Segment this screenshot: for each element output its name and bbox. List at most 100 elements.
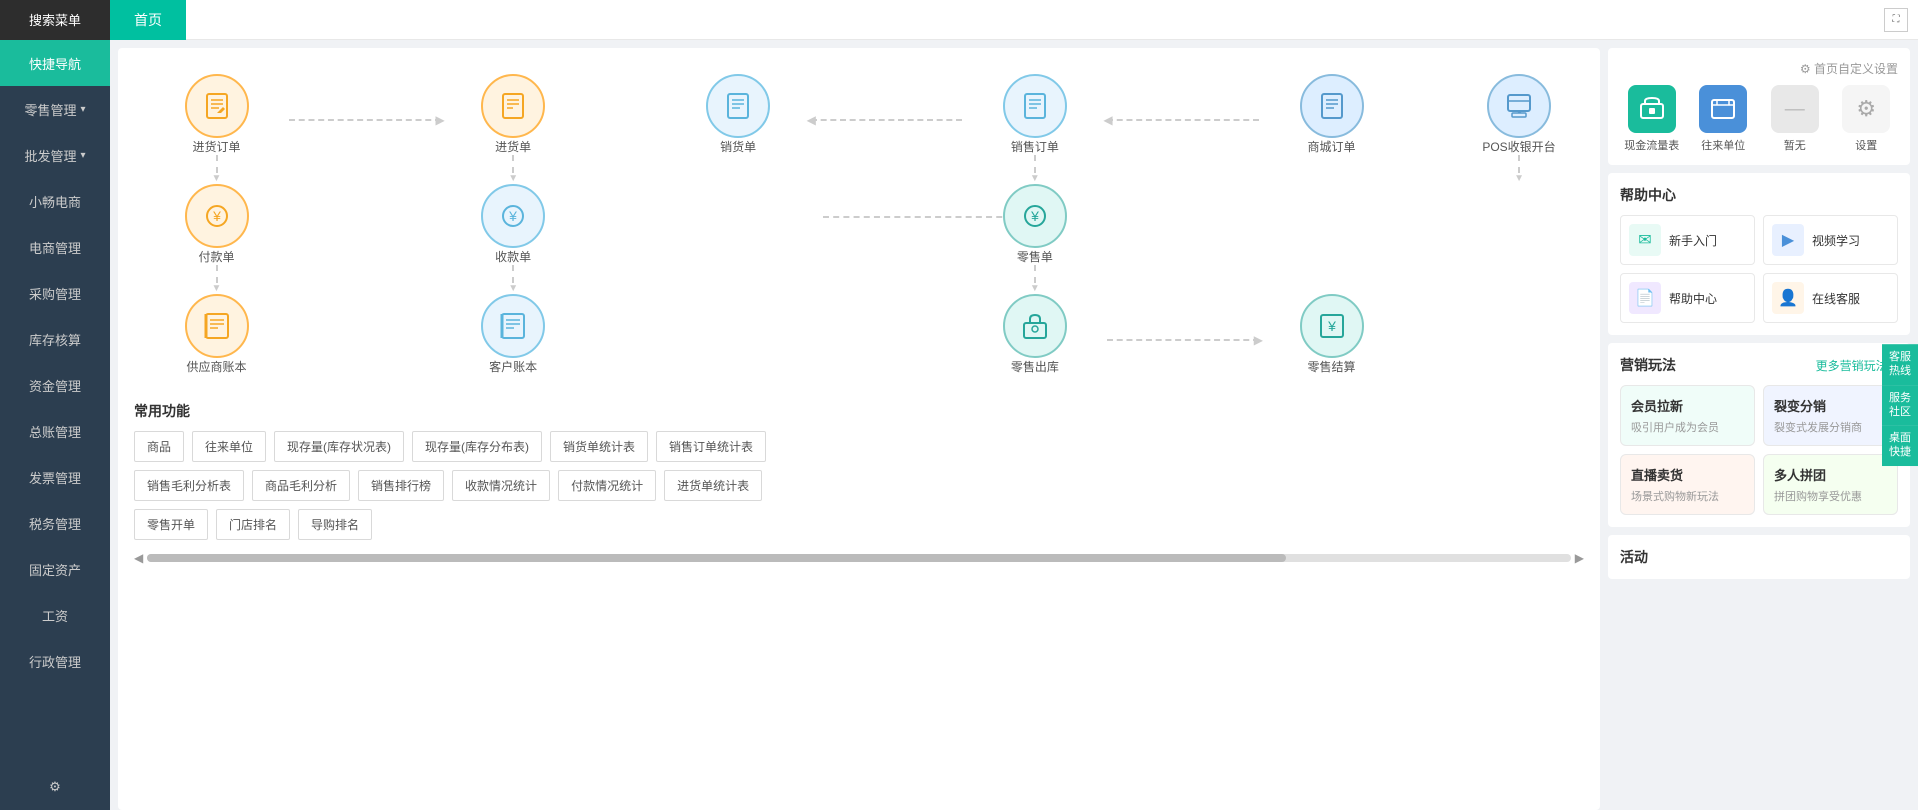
float-buttons: 客服热线 服务社区 桌面快捷 <box>1882 344 1918 466</box>
flow-row-2: ¥ 付款单 ¥ 收款单 <box>144 184 1584 265</box>
marketing-header: 营销玩法 更多营销玩法 > <box>1620 355 1898 375</box>
btn-purchase-stat[interactable]: 进货单统计表 <box>664 470 762 501</box>
marketing-fission[interactable]: 裂变分销 裂变式发展分销商 <box>1763 385 1898 446</box>
marketing-member[interactable]: 会员拉新 吸引用户成为会员 <box>1620 385 1755 446</box>
main-panel: 进货订单 ▶ 进货单 <box>118 48 1600 810</box>
sidebar-item-tax[interactable]: 税务管理 <box>0 500 110 546</box>
node-label: 付款单 <box>198 248 234 265</box>
sidebar-item-ecommerce[interactable]: 电商管理 <box>0 224 110 270</box>
sidebar-item-ecommerce-small[interactable]: 小畅电商 <box>0 178 110 224</box>
flow-node-pos[interactable]: POS收银开台 <box>1454 74 1584 155</box>
marketing-card: 营销玩法 更多营销玩法 > 会员拉新 吸引用户成为会员 裂变分销 裂变式发展分销… <box>1608 343 1910 527</box>
btn-partners[interactable]: 往来单位 <box>192 431 266 462</box>
marketing-group[interactable]: 多人拼团 拼团购物享受优惠 <box>1763 454 1898 515</box>
tab-home[interactable]: 首页 <box>110 0 186 40</box>
horizontal-scrollbar[interactable]: ◀ ▶ <box>134 548 1584 568</box>
help-item-beginner[interactable]: ✉ 新手入门 <box>1620 215 1755 265</box>
help-item-video[interactable]: ▶ 视频学习 <box>1763 215 1898 265</box>
btn-sales-order-stat[interactable]: 销售订单统计表 <box>656 431 766 462</box>
float-btn-service[interactable]: 客服热线 <box>1882 344 1918 385</box>
svg-text:¥: ¥ <box>1327 318 1336 334</box>
node-icon: ¥ <box>1003 184 1067 248</box>
shortcut-settings[interactable]: ⚙ 设置 <box>1835 85 1899 153</box>
v-connectors-1: ▼ ▼ <box>144 155 1584 184</box>
connector-h: ◀ <box>811 119 963 121</box>
flow-node-sales[interactable]: 销货单 <box>666 74 811 155</box>
float-btn-desktop[interactable]: 桌面快捷 <box>1882 425 1918 466</box>
flow-node-customer-ledger[interactable]: 客户账本 <box>441 294 586 375</box>
activity-title: 活动 <box>1620 547 1898 567</box>
live-desc: 场景式购物新玩法 <box>1631 488 1744 504</box>
btn-stock-dist[interactable]: 现存量(库存分布表) <box>412 431 542 462</box>
node-icon: ¥ <box>481 184 545 248</box>
sidebar-item-finance[interactable]: 资金管理 <box>0 362 110 408</box>
chevron-down-icon: ▾ <box>80 150 85 161</box>
custom-setting[interactable]: ⚙ 首页自定义设置 <box>1620 60 1898 77</box>
node-label: 商城订单 <box>1308 138 1356 155</box>
btn-goods-margin[interactable]: 商品毛利分析 <box>252 470 350 501</box>
sidebar-item-retail[interactable]: 零售管理 ▾ <box>0 86 110 132</box>
flow-node-purchase-order[interactable]: 进货订单 <box>144 74 289 155</box>
flow-node-retail-settlement[interactable]: ¥ 零售结算 <box>1259 294 1404 375</box>
node-label: 客户账本 <box>489 358 537 375</box>
node-icon <box>481 74 545 138</box>
flow-node-supplier-ledger[interactable]: 供应商账本 <box>144 294 289 375</box>
node-icon <box>1003 294 1067 358</box>
fullscreen-button[interactable]: ⛶ <box>1884 8 1908 32</box>
sidebar-item-salary[interactable]: 工资 <box>0 592 110 638</box>
help-item-service[interactable]: 👤 在线客服 <box>1763 273 1898 323</box>
inner-layout: 进货订单 ▶ 进货单 <box>110 40 1918 810</box>
marketing-live[interactable]: 直播卖货 场景式购物新玩法 <box>1620 454 1755 515</box>
flow-node-sales-order[interactable]: 销售订单 <box>962 74 1107 155</box>
btn-payment-stat[interactable]: 付款情况统计 <box>558 470 656 501</box>
flow-node-mall-order[interactable]: 商城订单 <box>1259 74 1404 155</box>
btn-stock-status[interactable]: 现存量(库存状况表) <box>274 431 404 462</box>
member-desc: 吸引用户成为会员 <box>1631 419 1744 435</box>
sidebar-item-inventory[interactable]: 库存核算 <box>0 316 110 362</box>
btn-goods[interactable]: 商品 <box>134 431 184 462</box>
top-bar-right: ⛶ <box>186 8 1918 32</box>
sidebar-item-wholesale[interactable]: 批发管理 ▾ <box>0 132 110 178</box>
btn-sales-rank[interactable]: 销售排行榜 <box>358 470 444 501</box>
help-item-help[interactable]: 📄 帮助中心 <box>1620 273 1755 323</box>
func-buttons-row1: 商品 往来单位 现存量(库存状况表) 现存量(库存分布表) 销货单统计表 销售订… <box>134 431 1584 462</box>
btn-sales-stat[interactable]: 销货单统计表 <box>550 431 648 462</box>
search-menu[interactable]: 搜索菜单 <box>0 0 110 40</box>
sidebar-item-invoice[interactable]: 发票管理 <box>0 454 110 500</box>
node-label: 进货订单 <box>192 138 240 155</box>
btn-receipt-stat[interactable]: 收款情况统计 <box>452 470 550 501</box>
flow-node-retail[interactable]: ¥ 零售单 <box>962 184 1107 265</box>
shortcut-cashflow[interactable]: 现金流量表 <box>1620 85 1684 153</box>
node-label: 零售单 <box>1017 248 1053 265</box>
help-icon: 📄 <box>1629 282 1661 314</box>
scroll-left-arrow[interactable]: ◀ <box>134 551 143 565</box>
v-connectors-2: ▼ ▼ <box>144 265 1584 294</box>
flow-node-retail-out[interactable]: 零售出库 <box>962 294 1107 375</box>
flow-row-1: 进货订单 ▶ 进货单 <box>144 74 1584 155</box>
node-label: 收款单 <box>495 248 531 265</box>
sidebar-item-admin[interactable]: 行政管理 <box>0 638 110 684</box>
sidebar-item-ledger[interactable]: 总账管理 <box>0 408 110 454</box>
svg-text:¥: ¥ <box>1030 208 1039 224</box>
flow-node-purchase[interactable]: 进货单 <box>441 74 586 155</box>
shortcuts-card: ⚙ 首页自定义设置 现金流量表 往来单位 <box>1608 48 1910 165</box>
btn-retail-order[interactable]: 零售开单 <box>134 509 208 540</box>
shortcut-partners[interactable]: 往来单位 <box>1692 85 1756 153</box>
btn-store-rank[interactable]: 门店排名 <box>216 509 290 540</box>
service-label: 在线客服 <box>1812 290 1860 307</box>
member-title: 会员拉新 <box>1631 396 1744 415</box>
content-area: 进货订单 ▶ 进货单 <box>110 40 1918 810</box>
flow-row-3: 供应商账本 客户账本 <box>144 294 1584 375</box>
sidebar-item-fixed-assets[interactable]: 固定资产 <box>0 546 110 592</box>
btn-sales-margin[interactable]: 销售毛利分析表 <box>134 470 244 501</box>
btn-guide-rank[interactable]: 导购排名 <box>298 509 372 540</box>
sidebar-gear-button[interactable]: ⚙ <box>0 764 110 810</box>
sidebar-item-quick-nav[interactable]: 快捷导航 <box>0 40 110 86</box>
flow-node-payment[interactable]: ¥ 付款单 <box>144 184 289 265</box>
scroll-right-arrow[interactable]: ▶ <box>1575 551 1584 565</box>
flow-node-receipt[interactable]: ¥ 收款单 <box>441 184 586 265</box>
float-btn-community[interactable]: 服务社区 <box>1882 385 1918 426</box>
sidebar-item-purchase[interactable]: 采购管理 <box>0 270 110 316</box>
partners-label: 往来单位 <box>1701 137 1745 153</box>
shortcut-none[interactable]: — 暂无 <box>1763 85 1827 153</box>
